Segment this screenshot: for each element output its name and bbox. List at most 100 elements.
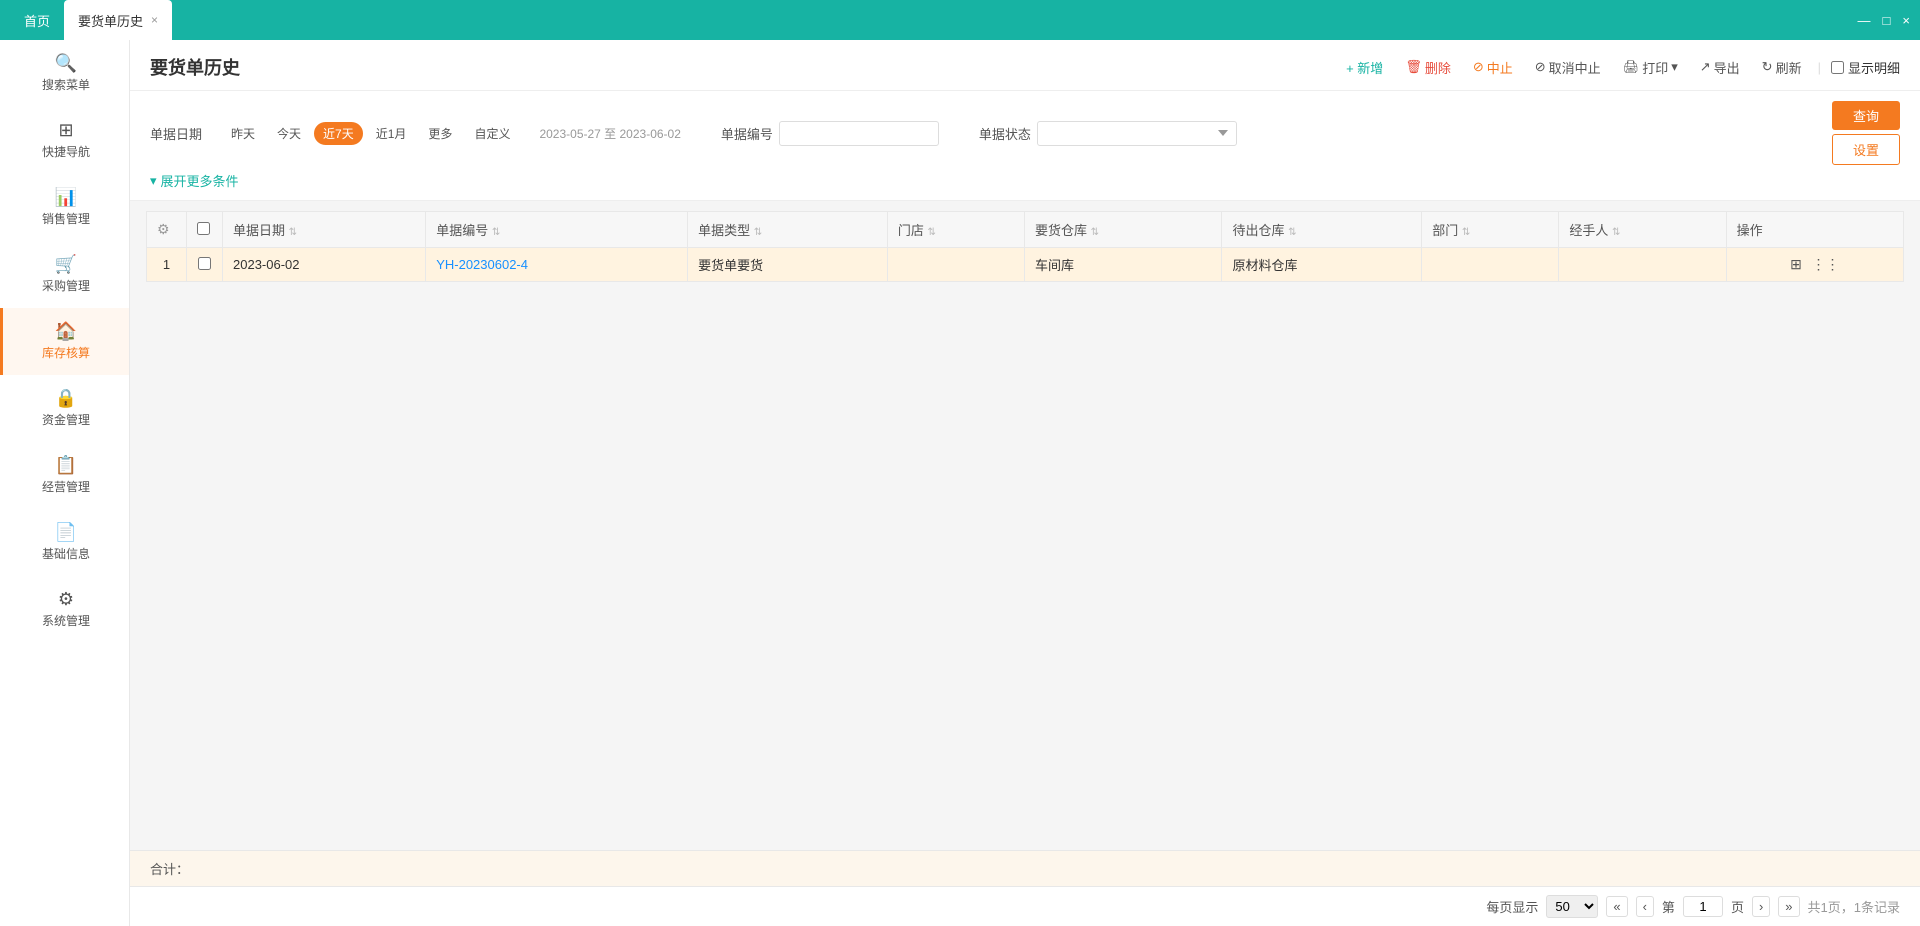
row-view-icon[interactable]: ⊞ bbox=[1790, 256, 1802, 272]
sidebar-item-finance-mgmt[interactable]: 🔒 资金管理 bbox=[0, 375, 129, 442]
display-detail-toggle[interactable]: 显示明细 bbox=[1831, 58, 1900, 77]
print-icon: 🖨 bbox=[1623, 59, 1640, 75]
page-number-input[interactable] bbox=[1683, 896, 1723, 917]
th-store-label: 门店 bbox=[898, 223, 924, 238]
doc-no-link[interactable]: YH-20230602-4 bbox=[436, 257, 528, 272]
setting-button[interactable]: 设置 bbox=[1832, 134, 1900, 165]
sidebar-item-system-mgmt[interactable]: ⚙ 系统管理 bbox=[0, 576, 129, 643]
page-header: 要货单历史 + 新增 🗑 删除 ⊘ 中止 ⊘ 取消中止 🖨 打印 bbox=[130, 40, 1920, 91]
th-store-sort-icon[interactable]: ⇅ bbox=[928, 227, 936, 238]
row-doc-type: 要货单要货 bbox=[688, 248, 888, 282]
sidebar-item-system-mgmt-label: 系统管理 bbox=[42, 612, 90, 629]
new-button[interactable]: + 新增 bbox=[1340, 55, 1389, 80]
stop-button[interactable]: ⊘ 中止 bbox=[1467, 55, 1519, 80]
search-menu-icon: 🔍 bbox=[55, 54, 77, 72]
print-button[interactable]: 🖨 打印 ▾ bbox=[1617, 55, 1684, 80]
system-mgmt-icon: ⚙ bbox=[58, 590, 74, 608]
row-checkbox[interactable] bbox=[187, 248, 223, 282]
th-settings[interactable]: ⚙ bbox=[147, 212, 187, 248]
th-doc-no-sort-icon[interactable]: ⇅ bbox=[492, 227, 500, 238]
minimize-btn[interactable]: — bbox=[1858, 13, 1871, 28]
sidebar-item-search-menu[interactable]: 🔍 搜索菜单 bbox=[0, 40, 129, 107]
th-doc-type-sort-icon[interactable]: ⇅ bbox=[754, 227, 762, 238]
th-doc-date-label: 单据日期 bbox=[233, 223, 285, 238]
sidebar-item-inventory[interactable]: 🏠 库存核算 bbox=[0, 308, 129, 375]
window-controls: — □ × bbox=[1858, 13, 1910, 28]
page-title: 要货单历史 bbox=[150, 54, 240, 80]
row-doc-date: 2023-06-02 bbox=[223, 248, 426, 282]
doc-no-input[interactable] bbox=[779, 121, 939, 146]
tab-close-icon[interactable]: × bbox=[151, 13, 158, 27]
display-detail-checkbox[interactable] bbox=[1831, 61, 1844, 74]
date-btn-last1month[interactable]: 近1月 bbox=[367, 122, 416, 145]
sidebar-item-basic-info[interactable]: 📄 基础信息 bbox=[0, 509, 129, 576]
next-page-btn[interactable]: › bbox=[1752, 896, 1770, 917]
th-checkbox[interactable] bbox=[187, 212, 223, 248]
th-doc-date-sort-icon[interactable]: ⇅ bbox=[289, 227, 297, 238]
tab-active-label: 要货单历史 bbox=[78, 11, 143, 30]
tab-home[interactable]: 首页 bbox=[10, 0, 64, 40]
sidebar-item-inventory-label: 库存核算 bbox=[42, 344, 90, 361]
date-btn-yesterday[interactable]: 昨天 bbox=[222, 122, 264, 145]
refresh-button[interactable]: ↻ 刷新 bbox=[1756, 55, 1808, 80]
toolbar: + 新增 🗑 删除 ⊘ 中止 ⊘ 取消中止 🖨 打印 ▾ bbox=[1340, 55, 1900, 80]
date-btn-today[interactable]: 今天 bbox=[268, 122, 310, 145]
th-req-warehouse: 要货仓库 ⇅ bbox=[1025, 212, 1222, 248]
content-area: 要货单历史 + 新增 🗑 删除 ⊘ 中止 ⊘ 取消中止 🖨 打印 bbox=[130, 40, 1920, 926]
cancel-stop-button[interactable]: ⊘ 取消中止 bbox=[1529, 55, 1607, 80]
th-pending-warehouse-sort-icon[interactable]: ⇅ bbox=[1288, 227, 1296, 238]
doc-no-filter-label: 单据编号 bbox=[721, 124, 773, 143]
first-page-btn[interactable]: « bbox=[1606, 896, 1627, 917]
sidebar-item-finance-mgmt-label: 资金管理 bbox=[42, 411, 90, 428]
date-range-display: 2023-05-27 至 2023-06-02 bbox=[539, 125, 680, 142]
sidebar-item-ops-mgmt[interactable]: 📋 经营管理 bbox=[0, 442, 129, 509]
main-layout: 🔍 搜索菜单 ⊞ 快捷导航 📊 销售管理 🛒 采购管理 🏠 库存核算 🔒 资金管… bbox=[0, 40, 1920, 926]
select-all-checkbox[interactable] bbox=[197, 222, 210, 235]
row-ops: ⊞ ⋮⋮ bbox=[1726, 248, 1903, 282]
column-settings-icon[interactable]: ⚙ bbox=[157, 221, 170, 237]
status-select[interactable] bbox=[1037, 121, 1237, 146]
row-more-icon[interactable]: ⋮⋮ bbox=[1811, 256, 1839, 272]
th-doc-type: 单据类型 ⇅ bbox=[688, 212, 888, 248]
sidebar-item-purchase-mgmt[interactable]: 🛒 采购管理 bbox=[0, 241, 129, 308]
th-doc-type-label: 单据类型 bbox=[698, 223, 750, 238]
sales-mgmt-icon: 📊 bbox=[55, 188, 77, 206]
inventory-icon: 🏠 bbox=[55, 322, 77, 340]
data-table: ⚙ 单据日期 ⇅ 单据编号 ⇅ bbox=[146, 211, 1904, 282]
page-size-select[interactable]: 20 50 100 200 bbox=[1546, 895, 1598, 918]
sidebar-item-quick-nav[interactable]: ⊞ 快捷导航 bbox=[0, 107, 129, 174]
th-req-warehouse-sort-icon[interactable]: ⇅ bbox=[1091, 227, 1099, 238]
row-num: 1 bbox=[147, 248, 187, 282]
th-doc-date: 单据日期 ⇅ bbox=[223, 212, 426, 248]
th-pending-warehouse: 待出仓库 ⇅ bbox=[1222, 212, 1422, 248]
table-header-row: ⚙ 单据日期 ⇅ 单据编号 ⇅ bbox=[147, 212, 1904, 248]
sidebar-item-sales-mgmt[interactable]: 📊 销售管理 bbox=[0, 174, 129, 241]
row-req-warehouse: 车间库 bbox=[1025, 248, 1222, 282]
last-page-btn[interactable]: » bbox=[1778, 896, 1799, 917]
export-button[interactable]: ↗ 导出 bbox=[1694, 55, 1746, 80]
date-btn-more[interactable]: 更多 bbox=[419, 122, 461, 145]
window-close-btn[interactable]: × bbox=[1902, 13, 1910, 28]
total-info: 共1页，1条记录 bbox=[1808, 897, 1900, 916]
summary-label: 合计： bbox=[150, 862, 189, 877]
status-filter-label: 单据状态 bbox=[979, 124, 1031, 143]
table-body: 1 2023-06-02 YH-20230602-4 要货单要货 车间库 原材料… bbox=[147, 248, 1904, 282]
tab-bar: 首页 要货单历史 × — □ × bbox=[0, 0, 1920, 40]
date-btn-last7days[interactable]: 近7天 bbox=[314, 122, 363, 145]
status-filter-group: 单据状态 bbox=[979, 121, 1237, 146]
th-handler-sort-icon[interactable]: ⇅ bbox=[1612, 227, 1620, 238]
maximize-btn[interactable]: □ bbox=[1883, 13, 1891, 28]
row-pending-warehouse: 原材料仓库 bbox=[1222, 248, 1422, 282]
query-button[interactable]: 查询 bbox=[1832, 101, 1900, 130]
prev-page-btn[interactable]: ‹ bbox=[1636, 896, 1654, 917]
th-doc-no: 单据编号 ⇅ bbox=[426, 212, 688, 248]
filter-actions: 查询 设置 bbox=[1832, 101, 1900, 165]
tab-active[interactable]: 要货单历史 × bbox=[64, 0, 172, 40]
th-dept-sort-icon[interactable]: ⇅ bbox=[1462, 227, 1470, 238]
date-btn-custom[interactable]: 自定义 bbox=[465, 122, 519, 145]
delete-icon: 🗑 bbox=[1405, 59, 1422, 75]
expand-more-btn[interactable]: ▾ 展开更多条件 bbox=[150, 171, 1900, 190]
delete-button[interactable]: 🗑 删除 bbox=[1399, 55, 1457, 80]
row-doc-no[interactable]: YH-20230602-4 bbox=[426, 248, 688, 282]
row-dept bbox=[1422, 248, 1559, 282]
